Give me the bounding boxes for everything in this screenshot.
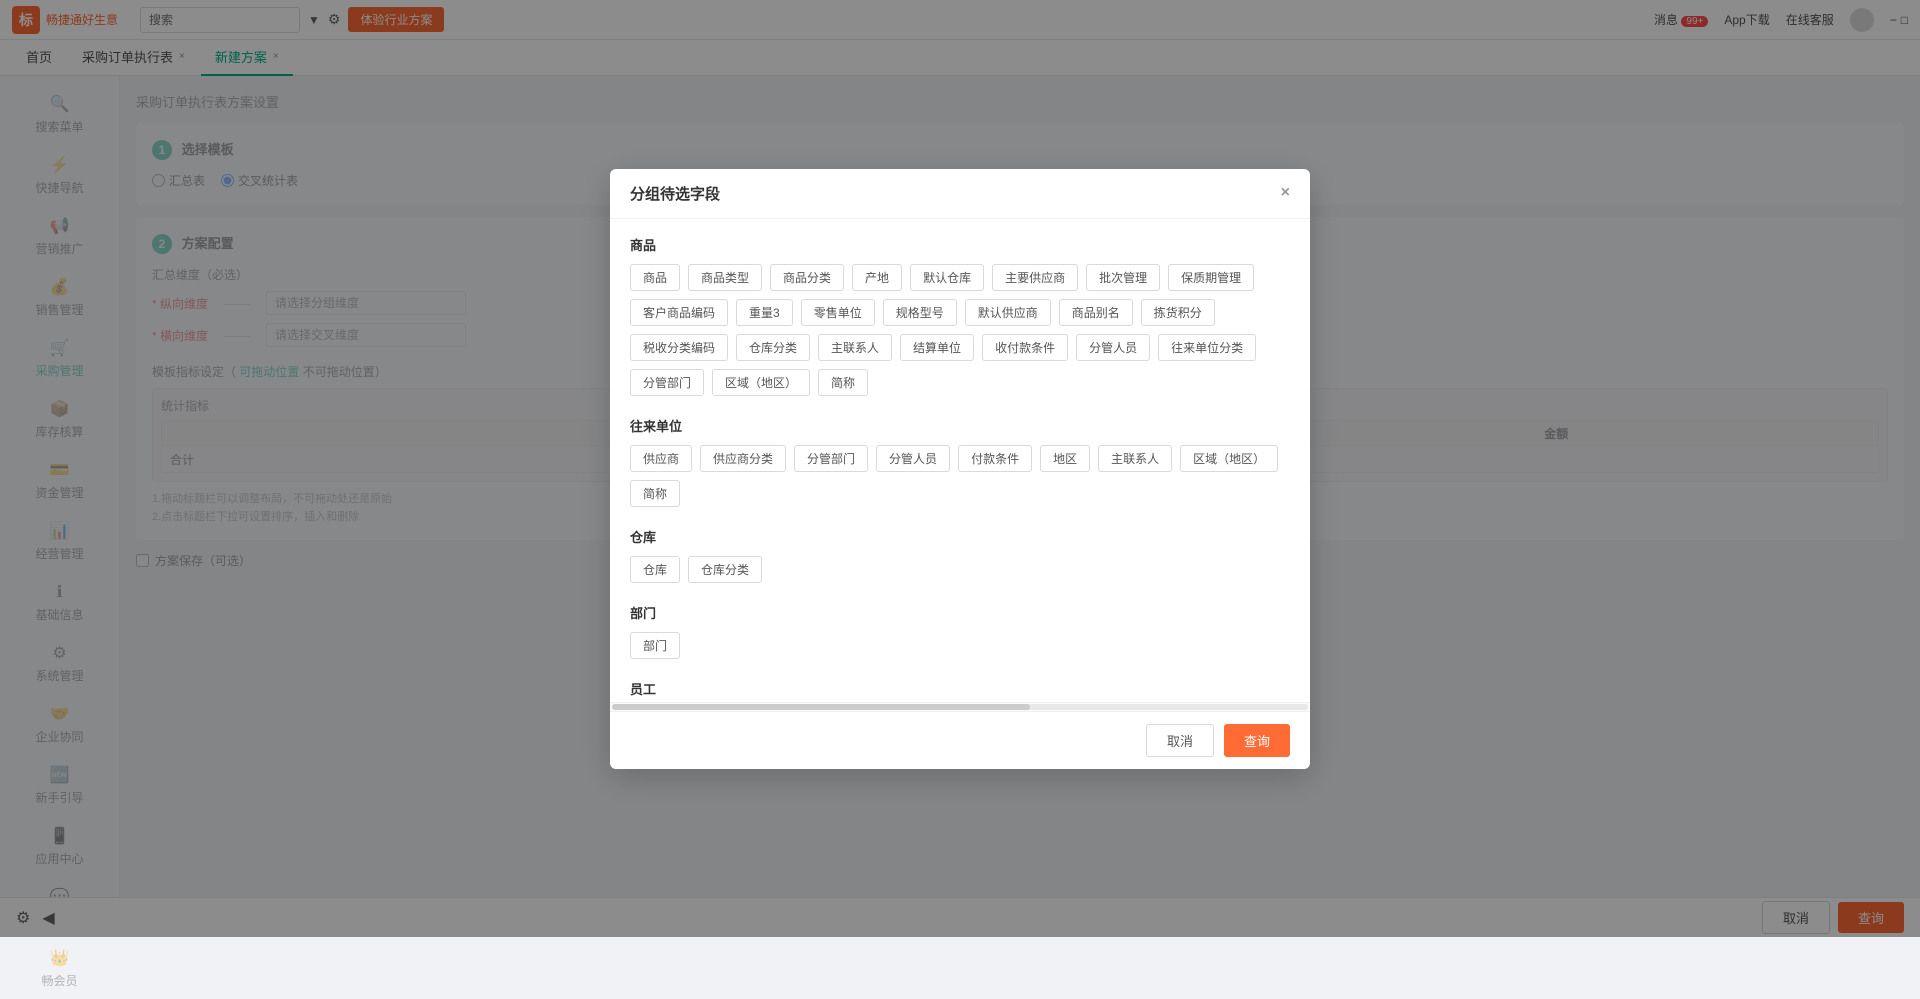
field-tag-partner-4[interactable]: 付款条件: [958, 445, 1032, 472]
field-tag-goods-1[interactable]: 商品类型: [688, 264, 762, 291]
field-tag-partner-8[interactable]: 简称: [630, 480, 680, 507]
field-section-staff-title: 员工: [630, 679, 1290, 698]
field-tag-warehouse-1[interactable]: 仓库分类: [688, 556, 762, 583]
field-section-warehouse: 仓库 仓库 仓库分类: [630, 527, 1290, 583]
field-select-modal: 分组待选字段 × 商品 商品 商品类型 商品分类 产地 默认仓库 主要供应商 批…: [610, 169, 1310, 769]
field-section-partner-title: 往来单位: [630, 416, 1290, 435]
field-tag-goods-6[interactable]: 批次管理: [1086, 264, 1160, 291]
field-section-dept: 部门 部门: [630, 603, 1290, 659]
field-section-staff: 员工 业务员: [630, 679, 1290, 702]
member-icon: 👑: [50, 948, 70, 968]
field-tag-goods-19[interactable]: 收付款条件: [982, 334, 1068, 361]
field-tag-partner-1[interactable]: 供应商分类: [700, 445, 786, 472]
field-section-dept-title: 部门: [630, 603, 1290, 622]
field-tag-goods-21[interactable]: 往来单位分类: [1158, 334, 1256, 361]
field-tag-partner-2[interactable]: 分管部门: [794, 445, 868, 472]
field-tag-goods-18[interactable]: 结算单位: [900, 334, 974, 361]
field-tag-goods-16[interactable]: 仓库分类: [736, 334, 810, 361]
modal-footer: 取消 查询: [610, 711, 1310, 769]
field-section-partner: 往来单位 供应商 供应商分类 分管部门 分管人员 付款条件 地区 主联系人 区域…: [630, 416, 1290, 507]
field-tag-partner-6[interactable]: 主联系人: [1098, 445, 1172, 472]
modal-hscrollbar[interactable]: [610, 702, 1310, 711]
modal-header: 分组待选字段 ×: [610, 169, 1310, 219]
modal-overlay: 分组待选字段 × 商品 商品 商品类型 商品分类 产地 默认仓库 主要供应商 批…: [0, 0, 1920, 937]
field-grid-goods: 商品 商品类型 商品分类 产地 默认仓库 主要供应商 批次管理 保质期管理 客户…: [630, 264, 1290, 396]
field-tag-goods-13[interactable]: 商品别名: [1059, 299, 1133, 326]
field-tag-goods-5[interactable]: 主要供应商: [992, 264, 1078, 291]
field-tag-goods-9[interactable]: 重量3: [736, 299, 793, 326]
modal-title: 分组待选字段: [630, 183, 720, 204]
field-tag-goods-20[interactable]: 分管人员: [1076, 334, 1150, 361]
sidebar-item-member-label: 畅会员: [41, 972, 77, 989]
field-tag-goods-0[interactable]: 商品: [630, 264, 680, 291]
field-section-goods: 商品 商品 商品类型 商品分类 产地 默认仓库 主要供应商 批次管理 保质期管理…: [630, 235, 1290, 396]
field-tag-partner-5[interactable]: 地区: [1040, 445, 1090, 472]
field-section-warehouse-title: 仓库: [630, 527, 1290, 546]
modal-close-btn[interactable]: ×: [1281, 184, 1290, 202]
modal-body: 商品 商品 商品类型 商品分类 产地 默认仓库 主要供应商 批次管理 保质期管理…: [610, 219, 1310, 702]
field-tag-goods-8[interactable]: 客户商品编码: [630, 299, 728, 326]
field-tag-goods-23[interactable]: 区域（地区）: [712, 369, 810, 396]
field-section-goods-title: 商品: [630, 235, 1290, 254]
field-tag-goods-7[interactable]: 保质期管理: [1168, 264, 1254, 291]
field-tag-goods-11[interactable]: 规格型号: [883, 299, 957, 326]
field-tag-goods-12[interactable]: 默认供应商: [965, 299, 1051, 326]
field-grid-dept: 部门: [630, 632, 1290, 659]
field-tag-goods-4[interactable]: 默认仓库: [910, 264, 984, 291]
sidebar-item-member[interactable]: 👑 畅会员: [0, 938, 119, 999]
confirm-button[interactable]: 查询: [1224, 724, 1290, 757]
field-tag-goods-2[interactable]: 商品分类: [770, 264, 844, 291]
field-tag-goods-17[interactable]: 主联系人: [818, 334, 892, 361]
field-tag-goods-14[interactable]: 拣货积分: [1141, 299, 1215, 326]
field-tag-warehouse-0[interactable]: 仓库: [630, 556, 680, 583]
field-tag-dept-0[interactable]: 部门: [630, 632, 680, 659]
field-tag-goods-24[interactable]: 简称: [818, 369, 868, 396]
field-grid-warehouse: 仓库 仓库分类: [630, 556, 1290, 583]
field-tag-partner-0[interactable]: 供应商: [630, 445, 692, 472]
field-tag-goods-22[interactable]: 分管部门: [630, 369, 704, 396]
field-grid-partner: 供应商 供应商分类 分管部门 分管人员 付款条件 地区 主联系人 区域（地区） …: [630, 445, 1290, 507]
cancel-button[interactable]: 取消: [1146, 724, 1214, 757]
field-tag-partner-3[interactable]: 分管人员: [876, 445, 950, 472]
field-tag-goods-3[interactable]: 产地: [852, 264, 902, 291]
field-tag-goods-10[interactable]: 零售单位: [801, 299, 875, 326]
field-tag-partner-7[interactable]: 区域（地区）: [1180, 445, 1278, 472]
field-tag-goods-15[interactable]: 税收分类编码: [630, 334, 728, 361]
